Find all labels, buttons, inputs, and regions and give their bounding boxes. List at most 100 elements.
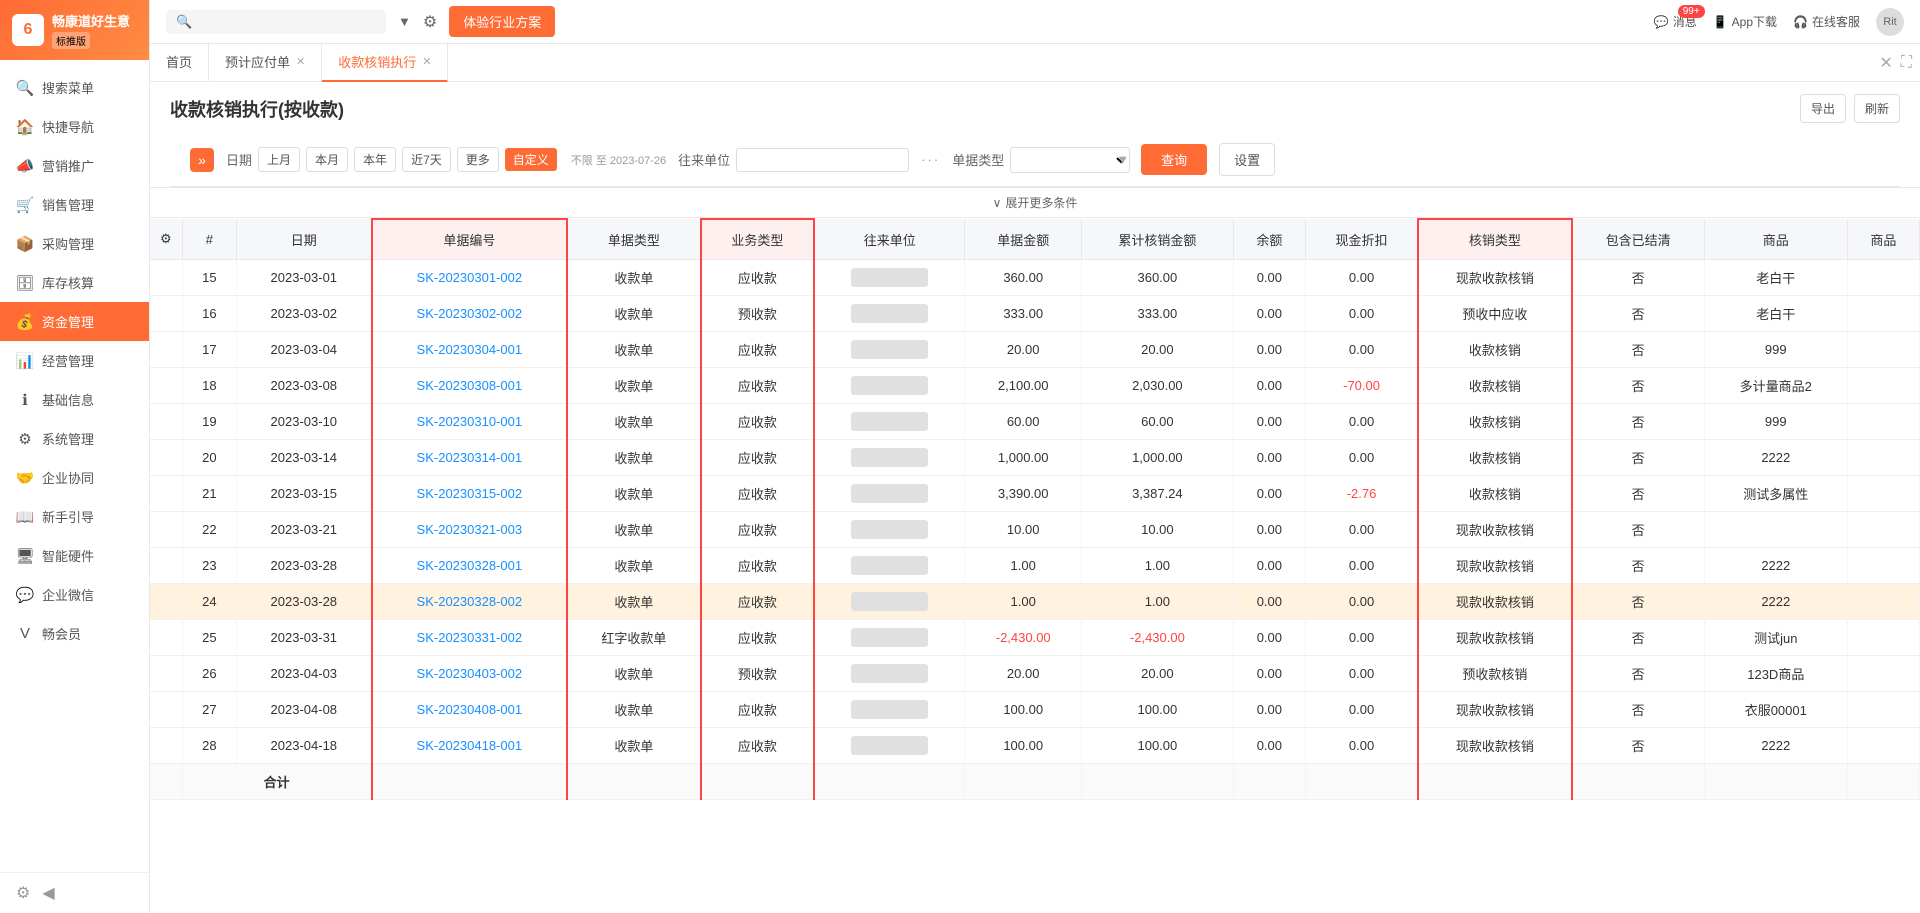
- td-goods2: [1847, 656, 1919, 692]
- tab-payable[interactable]: 预计应付单 ✕: [209, 44, 322, 82]
- table-row[interactable]: 18 2023-03-08 SK-20230308-001 收款单 应收款 ██…: [150, 368, 1920, 404]
- filter-7-days[interactable]: 近7天: [402, 147, 451, 172]
- td-date: 2023-03-01: [237, 260, 372, 296]
- td-doc-no[interactable]: SK-20230310-001: [372, 404, 568, 440]
- td-cash-discount: 0.00: [1305, 512, 1418, 548]
- td-doc-no[interactable]: SK-20230331-002: [372, 620, 568, 656]
- expand-icon[interactable]: ⛶: [1901, 54, 1912, 72]
- td-seq: 24: [182, 584, 236, 620]
- search-input[interactable]: [198, 15, 338, 29]
- app-download-item[interactable]: 📱 App下载: [1713, 13, 1777, 30]
- tab-receipt-close[interactable]: ✕: [422, 55, 431, 68]
- table-row[interactable]: 26 2023-04-03 SK-20230403-002 收款单 预收款 ██…: [150, 656, 1920, 692]
- search-box[interactable]: 🔍: [166, 10, 386, 34]
- table-row[interactable]: 25 2023-03-31 SK-20230331-002 红字收款单 应收款 …: [150, 620, 1920, 656]
- sidebar-item-finance[interactable]: 💰 资金管理: [0, 302, 149, 341]
- close-all-icon[interactable]: ✕: [1879, 53, 1892, 73]
- table-row[interactable]: 27 2023-04-08 SK-20230408-001 收款单 应收款 ██…: [150, 692, 1920, 728]
- filter-partner-input[interactable]: [736, 148, 909, 172]
- sidebar-item-inventory[interactable]: 🗄 库存核算: [0, 263, 149, 302]
- query-button[interactable]: 查询: [1141, 144, 1207, 175]
- table-row[interactable]: 20 2023-03-14 SK-20230314-001 收款单 应收款 ██…: [150, 440, 1920, 476]
- td-amount: 60.00: [965, 404, 1081, 440]
- td-doc-no[interactable]: SK-20230314-001: [372, 440, 568, 476]
- sidebar: 6 畅康道好生意 标推版 🔍 搜索菜单 🏠 快捷导航 📣 营销推广 🛒 销售管理…: [0, 0, 150, 913]
- table-row[interactable]: 19 2023-03-10 SK-20230310-001 收款单 应收款 ██…: [150, 404, 1920, 440]
- td-total-write-off: 20.00: [1081, 656, 1233, 692]
- sidebar-item-guide[interactable]: 📖 新手引导: [0, 497, 149, 536]
- td-seq: 28: [182, 728, 236, 764]
- table-row[interactable]: 16 2023-03-02 SK-20230302-002 收款单 预收款 ██…: [150, 296, 1920, 332]
- sidebar-item-operation[interactable]: 📊 经营管理: [0, 341, 149, 380]
- table-row[interactable]: 15 2023-03-01 SK-20230301-002 收款单 应收款 ██…: [150, 260, 1920, 296]
- td-doc-no[interactable]: SK-20230321-003: [372, 512, 568, 548]
- filter-expand[interactable]: ∨ 展开更多条件: [150, 188, 1920, 218]
- message-item[interactable]: 💬 消息 99+: [1654, 13, 1697, 30]
- td-doc-no[interactable]: SK-20230328-002: [372, 584, 568, 620]
- sidebar-item-marketing[interactable]: 📣 营销推广: [0, 146, 149, 185]
- filter-this-year[interactable]: 本年: [354, 147, 396, 172]
- sidebar-item-basic[interactable]: ℹ 基础信息: [0, 380, 149, 419]
- td-balance: 0.00: [1233, 548, 1305, 584]
- td-goods2: [1847, 260, 1919, 296]
- dropdown-arrow[interactable]: ▼: [398, 14, 411, 29]
- td-doc-no[interactable]: SK-20230302-002: [372, 296, 568, 332]
- td-doc-no[interactable]: SK-20230304-001: [372, 332, 568, 368]
- th-partner: 往来单位: [814, 219, 965, 260]
- table-row[interactable]: 22 2023-03-21 SK-20230321-003 收款单 应收款 ██…: [150, 512, 1920, 548]
- gear-icon[interactable]: ⚙: [423, 12, 437, 32]
- sidebar-item-wechat[interactable]: 💬 企业微信: [0, 575, 149, 614]
- filter-date-item: 日期 上月 本月 本年 近7天 更多 自定义 不限 至 2023-07-26: [226, 147, 666, 172]
- table-container[interactable]: ⚙ # 日期 单据编号 单据类型 业务类型 往来单位 单据金额 累计核销金额 余…: [150, 218, 1920, 913]
- filter-voucher-select[interactable]: [1010, 147, 1130, 173]
- td-doc-no[interactable]: SK-20230308-001: [372, 368, 568, 404]
- settings-button[interactable]: 设置: [1219, 143, 1275, 176]
- td-partner: ████: [814, 404, 965, 440]
- td-balance: 0.00: [1233, 260, 1305, 296]
- sidebar-item-sales[interactable]: 🛒 销售管理: [0, 185, 149, 224]
- filter-prev-month[interactable]: 上月: [258, 147, 300, 172]
- sidebar-item-search[interactable]: 🔍 搜索菜单: [0, 68, 149, 107]
- table-row[interactable]: 28 2023-04-18 SK-20230418-001 收款单 应收款 ██…: [150, 728, 1920, 764]
- td-doc-no[interactable]: SK-20230301-002: [372, 260, 568, 296]
- filter-more[interactable]: 更多: [457, 147, 499, 172]
- td-doc-no[interactable]: SK-20230315-002: [372, 476, 568, 512]
- export-button[interactable]: 导出: [1800, 94, 1846, 123]
- sidebar-item-hardware[interactable]: 🖥 智能硬件: [0, 536, 149, 575]
- filter-toggle[interactable]: »: [190, 148, 214, 172]
- td-total-write-off: 60.00: [1081, 404, 1233, 440]
- online-service-item[interactable]: 🎧 在线客服: [1793, 13, 1860, 30]
- settings-bottom-icon[interactable]: ⚙: [16, 883, 30, 903]
- filter-bar: » 日期 上月 本月 本年 近7天 更多 自定义 不限 至 2023-07-26: [170, 133, 1900, 187]
- collapse-icon[interactable]: ◀: [42, 883, 54, 903]
- td-biz-type: 预收款: [701, 656, 815, 692]
- td-doc-no[interactable]: SK-20230328-001: [372, 548, 568, 584]
- td-date: 2023-04-18: [237, 728, 372, 764]
- sidebar-item-corp[interactable]: 🤝 企业协同: [0, 458, 149, 497]
- tab-payable-close[interactable]: ✕: [296, 55, 305, 68]
- avatar[interactable]: Rit: [1876, 8, 1904, 36]
- table-row[interactable]: 17 2023-03-04 SK-20230304-001 收款单 应收款 ██…: [150, 332, 1920, 368]
- sidebar-item-member[interactable]: V 畅会员: [0, 614, 149, 653]
- filter-custom[interactable]: 自定义: [505, 148, 557, 171]
- td-biz-type: 预收款: [701, 296, 815, 332]
- td-doc-no[interactable]: SK-20230403-002: [372, 656, 568, 692]
- td-goods: 测试多属性: [1704, 476, 1847, 512]
- filter-this-month[interactable]: 本月: [306, 147, 348, 172]
- sidebar-item-system[interactable]: ⚙ 系统管理: [0, 419, 149, 458]
- td-partner: ████: [814, 332, 965, 368]
- tab-home[interactable]: 首页: [150, 44, 209, 82]
- tab-receipt[interactable]: 收款核销执行 ✕: [322, 44, 448, 82]
- th-setting[interactable]: ⚙: [150, 219, 182, 260]
- table-row[interactable]: 23 2023-03-28 SK-20230328-001 收款单 应收款 ██…: [150, 548, 1920, 584]
- td-doc-no[interactable]: SK-20230418-001: [372, 728, 568, 764]
- sidebar-item-quicknav[interactable]: 🏠 快捷导航: [0, 107, 149, 146]
- td-setting: [150, 656, 182, 692]
- sidebar-item-purchase[interactable]: 📦 采购管理: [0, 224, 149, 263]
- td-cash-discount: 0.00: [1305, 404, 1418, 440]
- table-row[interactable]: 24 2023-03-28 SK-20230328-002 收款单 应收款 ██…: [150, 584, 1920, 620]
- td-doc-no[interactable]: SK-20230408-001: [372, 692, 568, 728]
- industry-solution-button[interactable]: 体验行业方案: [449, 6, 555, 37]
- refresh-button[interactable]: 刷新: [1854, 94, 1900, 123]
- table-row[interactable]: 21 2023-03-15 SK-20230315-002 收款单 应收款 ██…: [150, 476, 1920, 512]
